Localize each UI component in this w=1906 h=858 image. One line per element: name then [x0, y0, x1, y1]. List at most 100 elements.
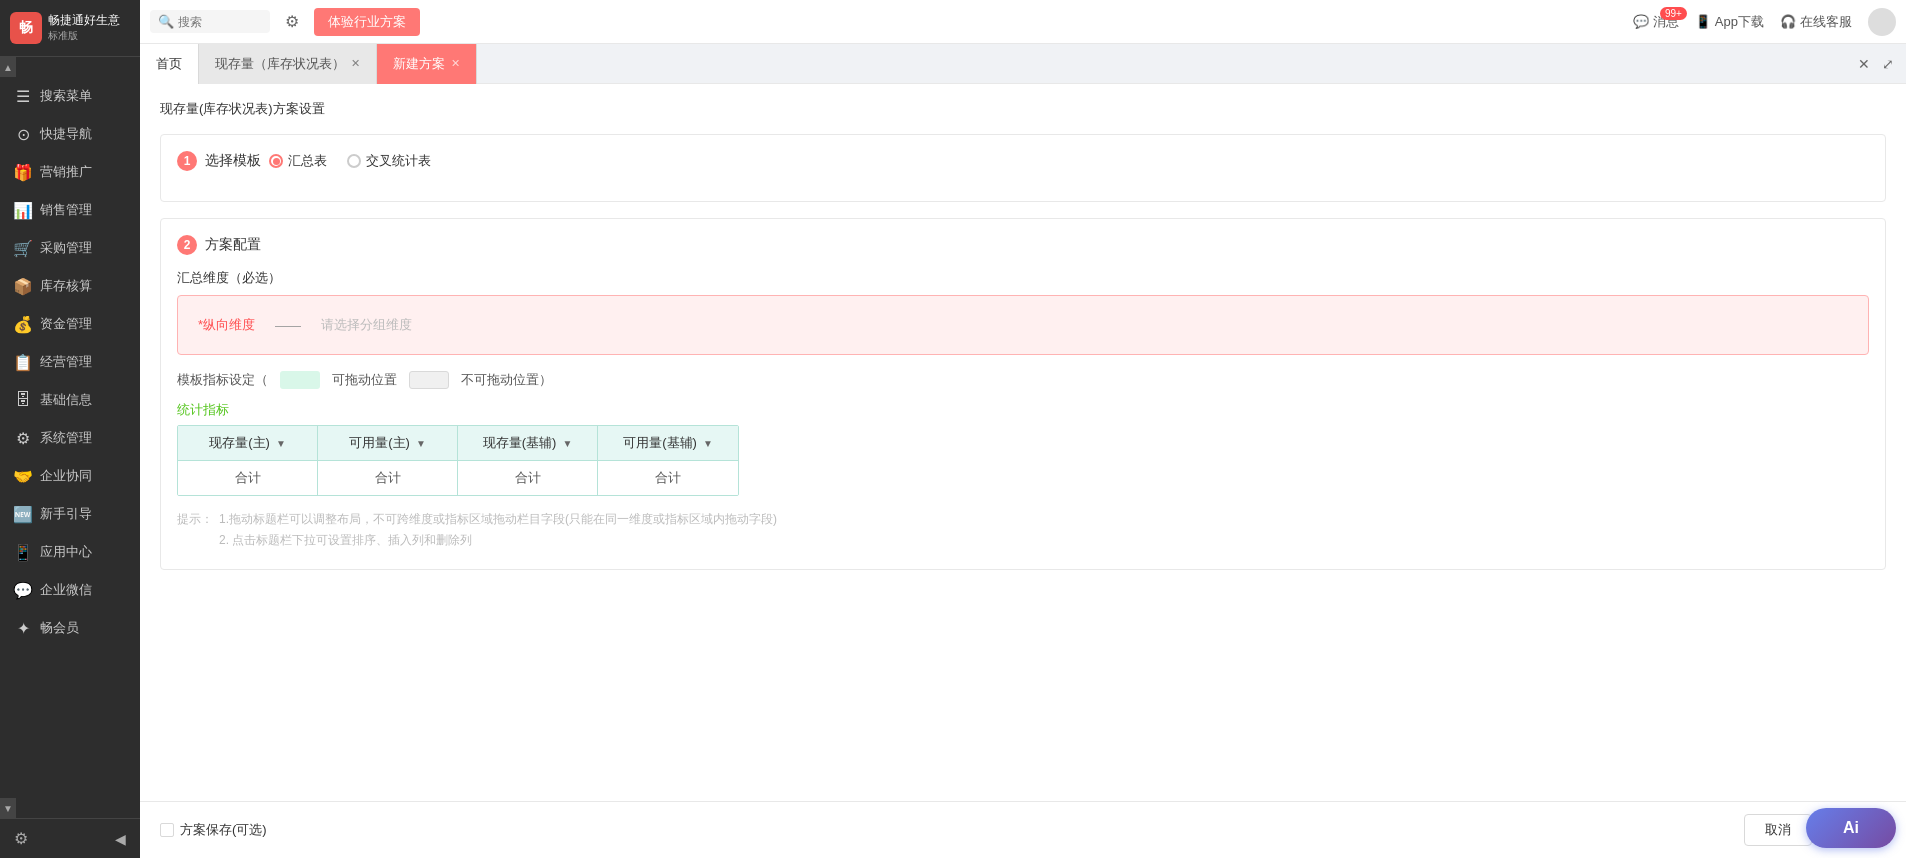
tab-close-inventory[interactable]: ✕ — [351, 57, 360, 70]
search-box[interactable]: 🔍 — [150, 10, 270, 33]
indicators-label-text: 模板指标设定（ — [177, 371, 268, 389]
sidebar-scroll-down[interactable]: ▼ — [0, 798, 16, 818]
tip-2-text: 2. 点击标题栏下拉可设置排序、插入列和删除列 — [219, 532, 472, 549]
messages-badge: 99+ — [1660, 7, 1687, 20]
messages-button[interactable]: 💬 消息 99+ — [1633, 13, 1679, 31]
message-icon: 💬 — [1633, 14, 1649, 29]
sidebar-item-label: 新手引导 — [40, 505, 92, 523]
sidebar-item-sales[interactable]: 📊 销售管理 — [0, 191, 140, 229]
inventory-icon: 📦 — [14, 277, 32, 295]
tab-inventory-status[interactable]: 现存量（库存状况表） ✕ — [199, 44, 377, 84]
sidebar-item-marketing[interactable]: 🎁 营销推广 — [0, 153, 140, 191]
app-download-label: App下载 — [1715, 13, 1764, 31]
radio-summary[interactable]: 汇总表 — [269, 152, 327, 170]
plan-config: 汇总维度（必选） *纵向维度 —— 请选择分组维度 模板指标设定（ 可拖动位置 … — [177, 269, 1869, 549]
sidebar-item-label: 库存核算 — [40, 277, 92, 295]
col1-label: 现存量(主) — [209, 434, 270, 452]
dimension-divider: —— — [275, 318, 301, 333]
onboarding-icon: 🆕 — [14, 505, 32, 523]
indicators-unmovable-text: 不可拖动位置） — [461, 371, 552, 389]
basic-info-icon: 🗄 — [14, 391, 32, 409]
sidebar-item-label: 搜索菜单 — [40, 87, 92, 105]
service-icon: 🎧 — [1780, 14, 1796, 29]
home-tab-label: 首页 — [156, 55, 182, 73]
tab-close-new-plan[interactable]: ✕ — [451, 57, 460, 70]
ai-button[interactable]: Ai — [1806, 808, 1896, 848]
sidebar-item-inventory[interactable]: 📦 库存核算 — [0, 267, 140, 305]
sidebar-item-quick-nav[interactable]: ⊙ 快捷导航 — [0, 115, 140, 153]
sidebar-item-basic-info[interactable]: 🗄 基础信息 — [0, 381, 140, 419]
save-plan-checkbox-area[interactable]: 方案保存(可选) — [160, 821, 267, 839]
app-download-button[interactable]: 📱 App下载 — [1695, 13, 1764, 31]
trial-industry-button[interactable]: 体验行业方案 — [314, 8, 420, 36]
stats-col-4-body: 合计 — [598, 461, 738, 495]
sidebar-item-label: 快捷导航 — [40, 125, 92, 143]
tab-new-plan[interactable]: 新建方案 ✕ — [377, 44, 477, 84]
radio-summary-label: 汇总表 — [288, 152, 327, 170]
online-service-button[interactable]: 🎧 在线客服 — [1780, 13, 1852, 31]
purchase-icon: 🛒 — [14, 239, 32, 257]
sidebar-item-members[interactable]: ✦ 畅会员 — [0, 609, 140, 647]
sidebar-item-label: 畅会员 — [40, 619, 79, 637]
col2-label: 可用量(主) — [349, 434, 410, 452]
radio-cross[interactable]: 交叉统计表 — [347, 152, 431, 170]
tabs-bar: 首页 现存量（库存状况表） ✕ 新建方案 ✕ ✕ ⤢ — [140, 44, 1906, 84]
sidebar-scroll-up[interactable]: ▲ — [0, 57, 16, 77]
sidebar-collapse-icon[interactable]: ◀ — [115, 831, 126, 847]
dimension-placeholder: 请选择分组维度 — [321, 316, 412, 334]
tab-home[interactable]: 首页 — [140, 44, 199, 84]
app-edition: 标准版 — [48, 29, 120, 43]
inventory-status-tab-label: 现存量（库存状况表） — [215, 55, 345, 73]
wechat-icon: 💬 — [14, 581, 32, 599]
cancel-button[interactable]: 取消 — [1744, 814, 1812, 846]
save-plan-checkbox[interactable] — [160, 823, 174, 837]
col2-chevron[interactable]: ▼ — [416, 438, 426, 449]
stats-col-2-header[interactable]: 可用量(主) ▼ — [318, 426, 458, 460]
page-content: 现存量(库存状况表)方案设置 1 选择模板 汇总表 交叉统计表 — [140, 84, 1906, 801]
tip-1: 提示： 1.拖动标题栏可以调整布局，不可跨维度或指标区域拖动栏目字段(只能在同一… — [177, 511, 1869, 528]
col3-sub: 合计 — [515, 469, 541, 487]
sidebar-nav: ☰ 搜索菜单 ⊙ 快捷导航 🎁 营销推广 📊 销售管理 🛒 采购管理 📦 库 — [0, 77, 140, 798]
cooperation-icon: 🤝 — [14, 467, 32, 485]
movable-badge — [280, 371, 320, 389]
col1-chevron[interactable]: ▼ — [276, 438, 286, 449]
section1-number: 1 — [177, 151, 197, 171]
topbar: 🔍 ⚙ 体验行业方案 💬 消息 99+ 📱 App下载 🎧 在线客服 — [140, 0, 1906, 44]
expand-icon[interactable]: ⤢ — [1878, 54, 1898, 74]
sidebar-item-purchase[interactable]: 🛒 采购管理 — [0, 229, 140, 267]
sidebar-item-finance[interactable]: 💰 资金管理 — [0, 305, 140, 343]
col4-chevron[interactable]: ▼ — [703, 438, 713, 449]
sales-icon: 📊 — [14, 201, 32, 219]
sidebar-item-operations[interactable]: 📋 经营管理 — [0, 343, 140, 381]
stats-col-1-header[interactable]: 现存量(主) ▼ — [178, 426, 318, 460]
dimension-area[interactable]: *纵向维度 —— 请选择分组维度 — [177, 295, 1869, 355]
search-icon: 🔍 — [158, 14, 174, 29]
search-input[interactable] — [178, 15, 258, 29]
sidebar-item-label: 系统管理 — [40, 429, 92, 447]
close-icon[interactable]: ✕ — [1854, 54, 1874, 74]
stats-col-4-header[interactable]: 可用量(基辅) ▼ — [598, 426, 738, 460]
col1-sub: 合计 — [235, 469, 261, 487]
sidebar-settings-icon[interactable]: ⚙ — [14, 829, 28, 848]
user-avatar[interactable] — [1868, 8, 1896, 36]
sidebar-item-wechat[interactable]: 💬 企业微信 — [0, 571, 140, 609]
col3-chevron[interactable]: ▼ — [562, 438, 572, 449]
service-label: 在线客服 — [1800, 13, 1852, 31]
sidebar-item-label: 营销推广 — [40, 163, 92, 181]
sidebar-footer: ⚙ ◀ — [0, 818, 140, 858]
section2-header: 2 方案配置 — [177, 235, 1869, 255]
col4-label: 可用量(基辅) — [623, 434, 697, 452]
sidebar-item-system[interactable]: ⚙ 系统管理 — [0, 419, 140, 457]
new-plan-tab-label: 新建方案 — [393, 55, 445, 73]
sidebar-item-search-menu[interactable]: ☰ 搜索菜单 — [0, 77, 140, 115]
stats-col-3-header[interactable]: 现存量(基辅) ▼ — [458, 426, 598, 460]
main-area: 🔍 ⚙ 体验行业方案 💬 消息 99+ 📱 App下载 🎧 在线客服 — [140, 0, 1906, 858]
gear-icon[interactable]: ⚙ — [278, 8, 306, 36]
sidebar-item-app-center[interactable]: 📱 应用中心 — [0, 533, 140, 571]
section2-number: 2 — [177, 235, 197, 255]
marketing-icon: 🎁 — [14, 163, 32, 181]
col4-sub: 合计 — [655, 469, 681, 487]
sidebar-item-cooperation[interactable]: 🤝 企业协同 — [0, 457, 140, 495]
radio-cross-circle — [347, 154, 361, 168]
sidebar-item-onboarding[interactable]: 🆕 新手引导 — [0, 495, 140, 533]
